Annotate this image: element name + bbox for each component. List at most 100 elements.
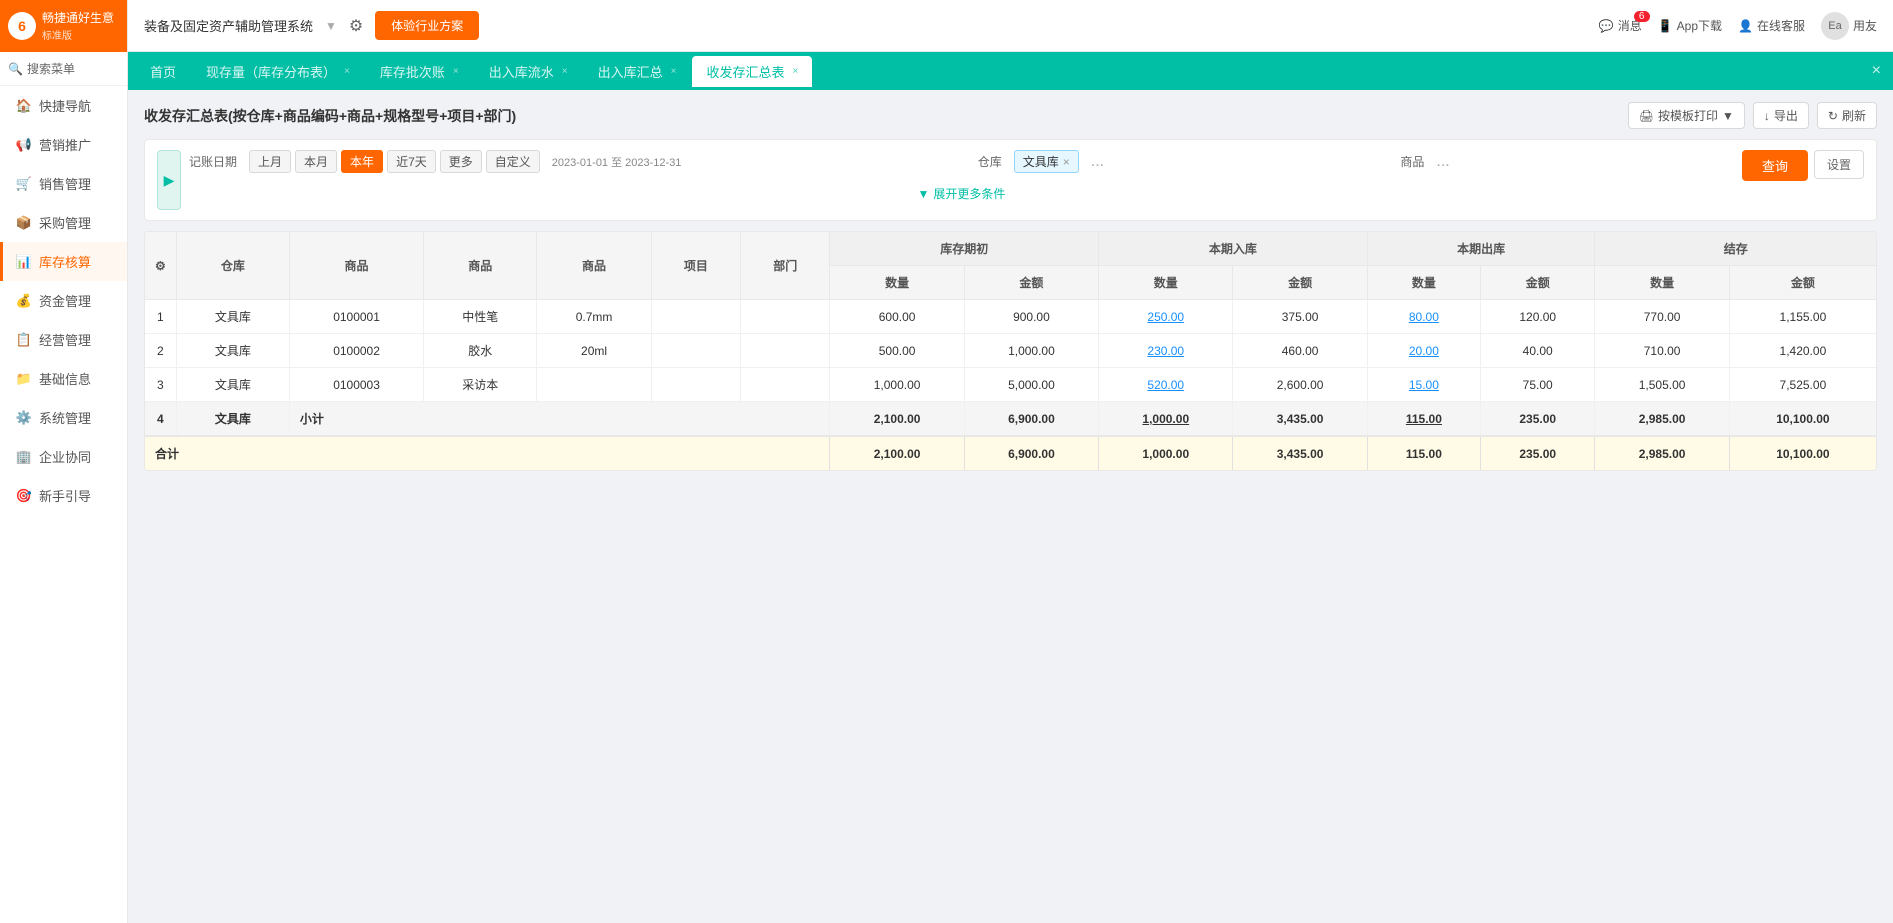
subtotal-out-qty: 115.00 — [1367, 402, 1480, 437]
topbar-actions: 💬 消息 6 📱 App下载 👤 在线客服 Ea 用友 — [1599, 12, 1877, 40]
sidebar-item-purchase[interactable]: 📦 采购管理 — [0, 203, 127, 242]
row-out-qty[interactable]: 15.00 — [1367, 368, 1480, 402]
total-opening-amt: 6,900.00 — [964, 436, 1098, 470]
date-btn-last-month[interactable]: 上月 — [249, 150, 291, 173]
th-dept: 部门 — [741, 232, 830, 300]
filter-arrow-btn[interactable]: ▶ — [157, 150, 181, 210]
sidebar-item-quick-nav[interactable]: 🏠 快捷导航 — [0, 86, 127, 125]
sidebar-item-marketing[interactable]: 📢 营销推广 — [0, 125, 127, 164]
tab-inventory-dist-close[interactable]: × — [344, 66, 350, 77]
total-in-amt: 3,435.00 — [1233, 436, 1367, 470]
search-menu[interactable]: 🔍 搜索菜单 — [0, 52, 127, 86]
refresh-icon: ↻ — [1828, 109, 1838, 123]
table-row: 3 文具库 0100003 采访本 1,000.00 5,000.00 520.… — [145, 368, 1876, 402]
th-in-group: 本期入库 — [1099, 232, 1368, 266]
sidebar-item-enterprise[interactable]: 🏢 企业协同 — [0, 437, 127, 476]
row-in-qty[interactable]: 230.00 — [1099, 334, 1233, 368]
refresh-btn[interactable]: ↻ 刷新 — [1817, 102, 1877, 129]
purchase-icon: 📦 — [15, 214, 33, 232]
row-in-qty[interactable]: 520.00 — [1099, 368, 1233, 402]
tab-batch[interactable]: 库存批次账 × — [366, 56, 473, 87]
tab-receive-summary[interactable]: 收发存汇总表 × — [692, 56, 812, 87]
expand-more-btn[interactable]: ▼ 展开更多条件 — [918, 185, 1006, 202]
tab-inout-summary-close[interactable]: × — [671, 66, 677, 77]
th-goods-spec: 商品 — [537, 232, 651, 300]
tab-inout-summary-label: 出入库汇总 — [598, 62, 663, 81]
filter-inputs: 记账日期 上月 本月 本年 近7天 更多 自定义 2023-01-01 至 20… — [189, 150, 1734, 202]
tabbar: 首页 现存量（库存分布表） × 库存批次账 × 出入库流水 × 出入库汇总 × … — [128, 52, 1893, 90]
sidebar-item-label: 采购管理 — [39, 213, 91, 232]
subtotal-label: 小计 — [289, 402, 830, 437]
row-opening-qty: 1,000.00 — [830, 368, 964, 402]
print-dropdown-icon: ▼ — [1722, 109, 1734, 123]
query-btn[interactable]: 查询 — [1742, 150, 1808, 181]
tab-batch-close[interactable]: × — [453, 66, 459, 77]
date-btn-7days[interactable]: 近7天 — [387, 150, 436, 173]
row-goods-code: 0100003 — [289, 368, 423, 402]
tab-receive-summary-close[interactable]: × — [792, 66, 798, 77]
warehouse-tag-remove[interactable]: × — [1063, 155, 1070, 169]
message-btn[interactable]: 💬 消息 6 — [1599, 17, 1642, 34]
tabbar-close-all[interactable]: × — [1868, 62, 1885, 80]
goods-dots[interactable]: ... — [1436, 153, 1449, 171]
row-in-amt: 2,600.00 — [1233, 368, 1367, 402]
date-btn-custom[interactable]: 自定义 — [486, 150, 540, 173]
settings-gear-icon[interactable]: ⚙ — [349, 16, 363, 36]
th-closing-qty: 数量 — [1595, 266, 1729, 300]
row-goods-name: 采访本 — [424, 368, 537, 402]
expand-row: ▼ 展开更多条件 — [189, 179, 1734, 202]
sidebar-item-basic[interactable]: 📁 基础信息 — [0, 359, 127, 398]
basic-icon: 📁 — [15, 370, 33, 388]
enterprise-icon: 🏢 — [15, 448, 33, 466]
date-btn-this-year[interactable]: 本年 — [341, 150, 383, 173]
tab-inout-flow[interactable]: 出入库流水 × — [475, 56, 582, 87]
row-out-qty[interactable]: 20.00 — [1367, 334, 1480, 368]
row-opening-amt: 900.00 — [964, 300, 1098, 334]
sidebar-item-inventory[interactable]: 📊 库存核算 — [0, 242, 127, 281]
tab-inventory-dist[interactable]: 现存量（库存分布表） × — [192, 56, 364, 87]
page-content: 收发存汇总表(按仓库+商品编码+商品+规格型号+项目+部门) 🖨 按模板打印 ▼… — [128, 90, 1893, 923]
row-closing-qty: 1,505.00 — [1595, 368, 1729, 402]
subtotal-out-amt: 235.00 — [1480, 402, 1594, 437]
total-opening-qty: 2,100.00 — [830, 436, 964, 470]
sidebar-item-operations[interactable]: 📋 经营管理 — [0, 320, 127, 359]
row-out-qty[interactable]: 80.00 — [1367, 300, 1480, 334]
th-goods-name: 商品 — [424, 232, 537, 300]
tab-inout-summary[interactable]: 出入库汇总 × — [584, 56, 691, 87]
sidebar-item-guide[interactable]: 🎯 新手引导 — [0, 476, 127, 515]
filter-settings-btn[interactable]: 设置 — [1814, 150, 1864, 179]
user-label: 用友 — [1853, 17, 1877, 34]
avatar: Ea — [1821, 12, 1849, 40]
subtotal-opening-qty: 2,100.00 — [830, 402, 964, 437]
sidebar-item-label: 基础信息 — [39, 369, 91, 388]
sidebar-item-system[interactable]: ⚙️ 系统管理 — [0, 398, 127, 437]
sidebar-item-sales[interactable]: 🛒 销售管理 — [0, 164, 127, 203]
page-header-actions: 🖨 按模板打印 ▼ ↓ 导出 ↻ 刷新 — [1628, 102, 1877, 129]
row-goods-spec: 0.7mm — [537, 300, 651, 334]
date-btn-this-month[interactable]: 本月 — [295, 150, 337, 173]
table-settings-icon[interactable]: ⚙ — [155, 259, 166, 273]
tab-home[interactable]: 首页 — [136, 56, 190, 87]
user-btn[interactable]: Ea 用友 — [1821, 12, 1877, 40]
warehouse-dots[interactable]: ... — [1091, 153, 1104, 171]
th-out-group: 本期出库 — [1367, 232, 1595, 266]
row-closing-qty: 710.00 — [1595, 334, 1729, 368]
sidebar-item-finance[interactable]: 💰 资金管理 — [0, 281, 127, 320]
online-service-btn[interactable]: 👤 在线客服 — [1738, 17, 1805, 34]
home-icon: 🏠 — [15, 97, 33, 115]
finance-icon: 💰 — [15, 292, 33, 310]
app-download-btn[interactable]: 📱 App下载 — [1658, 17, 1722, 34]
row-project — [651, 368, 740, 402]
trial-btn[interactable]: 体验行业方案 — [375, 11, 479, 40]
filter-bar: ▶ 记账日期 上月 本月 本年 近7天 更多 自定义 2023-01-01 至 … — [144, 139, 1877, 221]
tab-inout-flow-close[interactable]: × — [562, 66, 568, 77]
th-project: 项目 — [651, 232, 740, 300]
system-name: 装备及固定资产辅助管理系统 — [144, 16, 313, 35]
table-footer-row: 合计 2,100.00 6,900.00 1,000.00 3,435.00 1… — [145, 436, 1876, 470]
export-btn[interactable]: ↓ 导出 — [1753, 102, 1809, 129]
goods-label: 商品 — [1400, 153, 1424, 170]
tab-inout-flow-label: 出入库流水 — [489, 62, 554, 81]
row-in-qty[interactable]: 250.00 — [1099, 300, 1233, 334]
date-btn-more[interactable]: 更多 — [440, 150, 482, 173]
print-btn[interactable]: 🖨 按模板打印 ▼ — [1628, 102, 1745, 129]
